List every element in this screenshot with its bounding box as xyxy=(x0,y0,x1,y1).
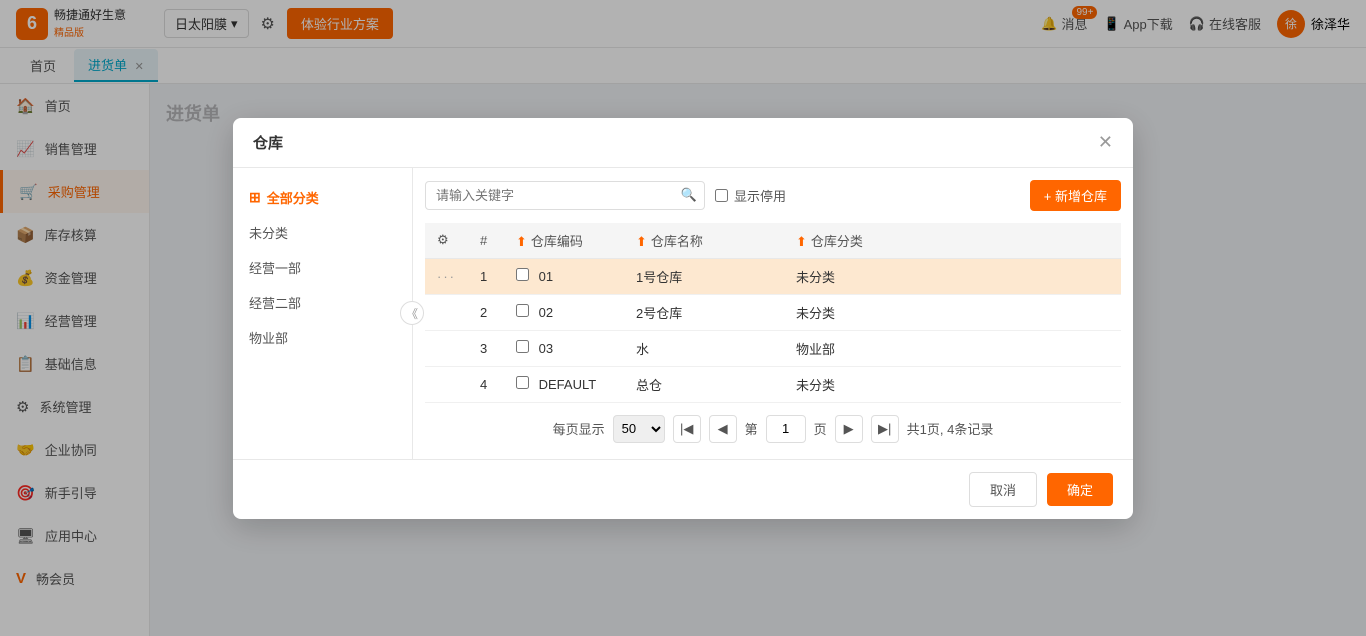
show-disabled-toggle[interactable]: 显示停用 xyxy=(715,186,786,205)
row-category: 物业部 xyxy=(784,330,1121,366)
th-code: ⬆仓库编码 xyxy=(504,223,624,259)
category-dept1[interactable]: 经营一部 xyxy=(233,250,412,285)
modal-footer: 取消 确定 xyxy=(233,459,1133,519)
page-label-post: 页 xyxy=(814,419,827,438)
add-warehouse-button[interactable]: + 新增仓库 xyxy=(1030,180,1121,211)
table-panel: 🔍 显示停用 + 新增仓库 ⚙ # xyxy=(413,168,1133,459)
row-num: 2 xyxy=(468,294,504,330)
collapse-button[interactable]: 《 xyxy=(400,301,424,325)
table-scroll: ⚙ # ⬆仓库编码 ⬆仓库名称 ⬆仓库分类 xyxy=(425,223,1121,403)
row-code: 01 xyxy=(504,258,624,294)
sort-code-icon: ⬆ xyxy=(516,234,527,249)
category-panel: ⊞ 全部分类 未分类 经营一部 经营二部 物业部 《 xyxy=(233,168,413,459)
row-checkbox[interactable] xyxy=(516,304,529,317)
row-menu-icon[interactable]: ··· xyxy=(437,269,456,284)
row-checkbox[interactable] xyxy=(516,268,529,281)
table-row[interactable]: 4 DEFAULT 总仓 未分类 xyxy=(425,366,1121,402)
modal-close-icon[interactable]: ✕ xyxy=(1098,132,1113,153)
grid-icon: ⊞ xyxy=(249,189,261,206)
table-toolbar: 🔍 显示停用 + 新增仓库 xyxy=(425,180,1121,211)
search-wrap: 🔍 xyxy=(425,181,705,210)
pagination: 每页显示 50 100 |◀ ◀ 第 1 页 ▶ ▶| 共1页, 4条记录 xyxy=(425,403,1121,447)
th-num: # xyxy=(468,223,504,259)
next-page-btn[interactable]: ▶ xyxy=(835,415,863,443)
th-category: ⬆仓库分类 xyxy=(784,223,1121,259)
row-name: 2号仓库 xyxy=(624,294,784,330)
show-disabled-checkbox[interactable] xyxy=(715,189,728,202)
category-property[interactable]: 物业部 xyxy=(233,320,412,355)
cancel-button[interactable]: 取消 xyxy=(969,472,1037,507)
row-name: 总仓 xyxy=(624,366,784,402)
th-settings: ⚙ xyxy=(425,223,468,259)
last-page-btn[interactable]: ▶| xyxy=(871,415,899,443)
th-name: ⬆仓库名称 xyxy=(624,223,784,259)
row-category: 未分类 xyxy=(784,294,1121,330)
confirm-button[interactable]: 确定 xyxy=(1047,473,1113,506)
table-header: ⚙ # ⬆仓库编码 ⬆仓库名称 ⬆仓库分类 xyxy=(425,223,1121,259)
row-code: 02 xyxy=(504,294,624,330)
prev-page-btn[interactable]: ◀ xyxy=(709,415,737,443)
search-input[interactable] xyxy=(425,181,705,210)
table-body: ··· 1 01 1号仓库 未分类 2 02 2号仓库 未分类 3 xyxy=(425,258,1121,402)
row-actions-cell xyxy=(425,366,468,402)
table-row[interactable]: 2 02 2号仓库 未分类 xyxy=(425,294,1121,330)
first-page-btn[interactable]: |◀ xyxy=(673,415,701,443)
row-actions-cell xyxy=(425,330,468,366)
row-actions-cell xyxy=(425,294,468,330)
row-category: 未分类 xyxy=(784,366,1121,402)
row-code: 03 xyxy=(504,330,624,366)
row-name: 1号仓库 xyxy=(624,258,784,294)
category-unclassified[interactable]: 未分类 xyxy=(233,215,412,250)
category-dept2[interactable]: 经营二部 xyxy=(233,285,412,320)
table-row[interactable]: 3 03 水 物业部 xyxy=(425,330,1121,366)
row-checkbox[interactable] xyxy=(516,340,529,353)
modal-overlay: 仓库 ✕ ⊞ 全部分类 未分类 经营一部 经营二部 物业部 《 xyxy=(0,0,1366,636)
row-name: 水 xyxy=(624,330,784,366)
category-all[interactable]: ⊞ 全部分类 xyxy=(233,180,412,215)
row-checkbox[interactable] xyxy=(516,376,529,389)
row-actions-cell: ··· xyxy=(425,258,468,294)
row-num: 3 xyxy=(468,330,504,366)
show-disabled-label: 显示停用 xyxy=(734,186,786,205)
page-label-pre: 第 xyxy=(745,419,758,438)
modal-header: 仓库 ✕ xyxy=(233,118,1133,168)
page-number-input[interactable]: 1 xyxy=(766,415,806,443)
category-all-label: 全部分类 xyxy=(267,188,319,207)
row-num: 4 xyxy=(468,366,504,402)
table-row[interactable]: ··· 1 01 1号仓库 未分类 xyxy=(425,258,1121,294)
row-code: DEFAULT xyxy=(504,366,624,402)
per-page-label: 每页显示 xyxy=(553,419,605,438)
sort-cat-icon: ⬆ xyxy=(796,234,807,249)
search-icon[interactable]: 🔍 xyxy=(681,187,697,203)
total-label: 共1页, 4条记录 xyxy=(907,419,994,438)
sort-name-icon: ⬆ xyxy=(636,234,647,249)
modal-title: 仓库 xyxy=(253,132,283,153)
modal-body: ⊞ 全部分类 未分类 经营一部 经营二部 物业部 《 🔍 xyxy=(233,168,1133,459)
per-page-select[interactable]: 50 100 xyxy=(613,415,665,443)
warehouse-table: ⚙ # ⬆仓库编码 ⬆仓库名称 ⬆仓库分类 xyxy=(425,223,1121,403)
warehouse-modal: 仓库 ✕ ⊞ 全部分类 未分类 经营一部 经营二部 物业部 《 xyxy=(233,118,1133,519)
row-num: 1 xyxy=(468,258,504,294)
row-category: 未分类 xyxy=(784,258,1121,294)
